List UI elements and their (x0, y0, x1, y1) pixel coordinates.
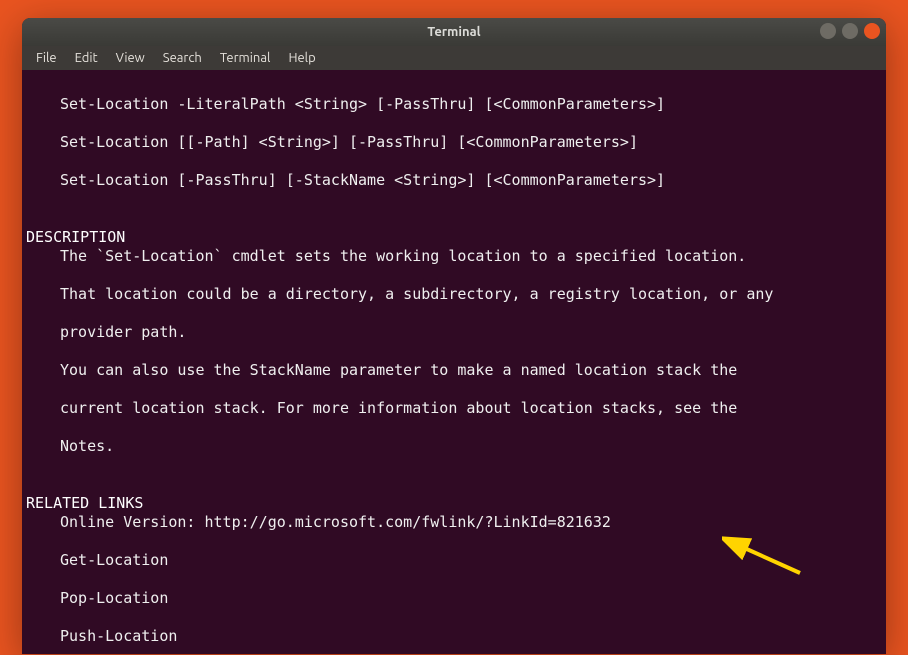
close-button[interactable] (864, 23, 880, 39)
syntax-line: Set-Location -LiteralPath <String> [-Pas… (26, 95, 882, 114)
terminal-output[interactable]: Set-Location -LiteralPath <String> [-Pas… (22, 70, 886, 654)
titlebar[interactable]: Terminal (22, 18, 886, 46)
window-title: Terminal (427, 25, 480, 39)
description-line: Notes. (26, 437, 882, 456)
description-line: provider path. (26, 323, 882, 342)
minimize-button[interactable] (820, 23, 836, 39)
description-line: You can also use the StackName parameter… (26, 361, 882, 380)
menu-file[interactable]: File (28, 49, 65, 67)
syntax-line: Set-Location [-PassThru] [-StackName <St… (26, 171, 882, 190)
related-link-line: Pop-Location (26, 589, 882, 608)
related-link-line: Online Version: http://go.microsoft.com/… (26, 513, 882, 532)
syntax-line: Set-Location [[-Path] <String>] [-PassTh… (26, 133, 882, 152)
section-header-description: DESCRIPTION (26, 228, 125, 246)
menu-edit[interactable]: Edit (67, 49, 106, 67)
menu-terminal[interactable]: Terminal (212, 49, 279, 67)
terminal-window: Terminal File Edit View Search Terminal … (22, 18, 886, 654)
description-line: current location stack. For more informa… (26, 399, 882, 418)
related-link-line: Get-Location (26, 551, 882, 570)
menubar: File Edit View Search Terminal Help (22, 46, 886, 70)
description-line: The `Set-Location` cmdlet sets the worki… (26, 247, 882, 266)
menu-view[interactable]: View (108, 49, 153, 67)
description-line: That location could be a directory, a su… (26, 285, 882, 304)
maximize-button[interactable] (842, 23, 858, 39)
related-link-line: Push-Location (26, 627, 882, 646)
section-header-related-links: RELATED LINKS (26, 494, 143, 512)
menu-help[interactable]: Help (280, 49, 323, 67)
menu-search[interactable]: Search (155, 49, 210, 67)
